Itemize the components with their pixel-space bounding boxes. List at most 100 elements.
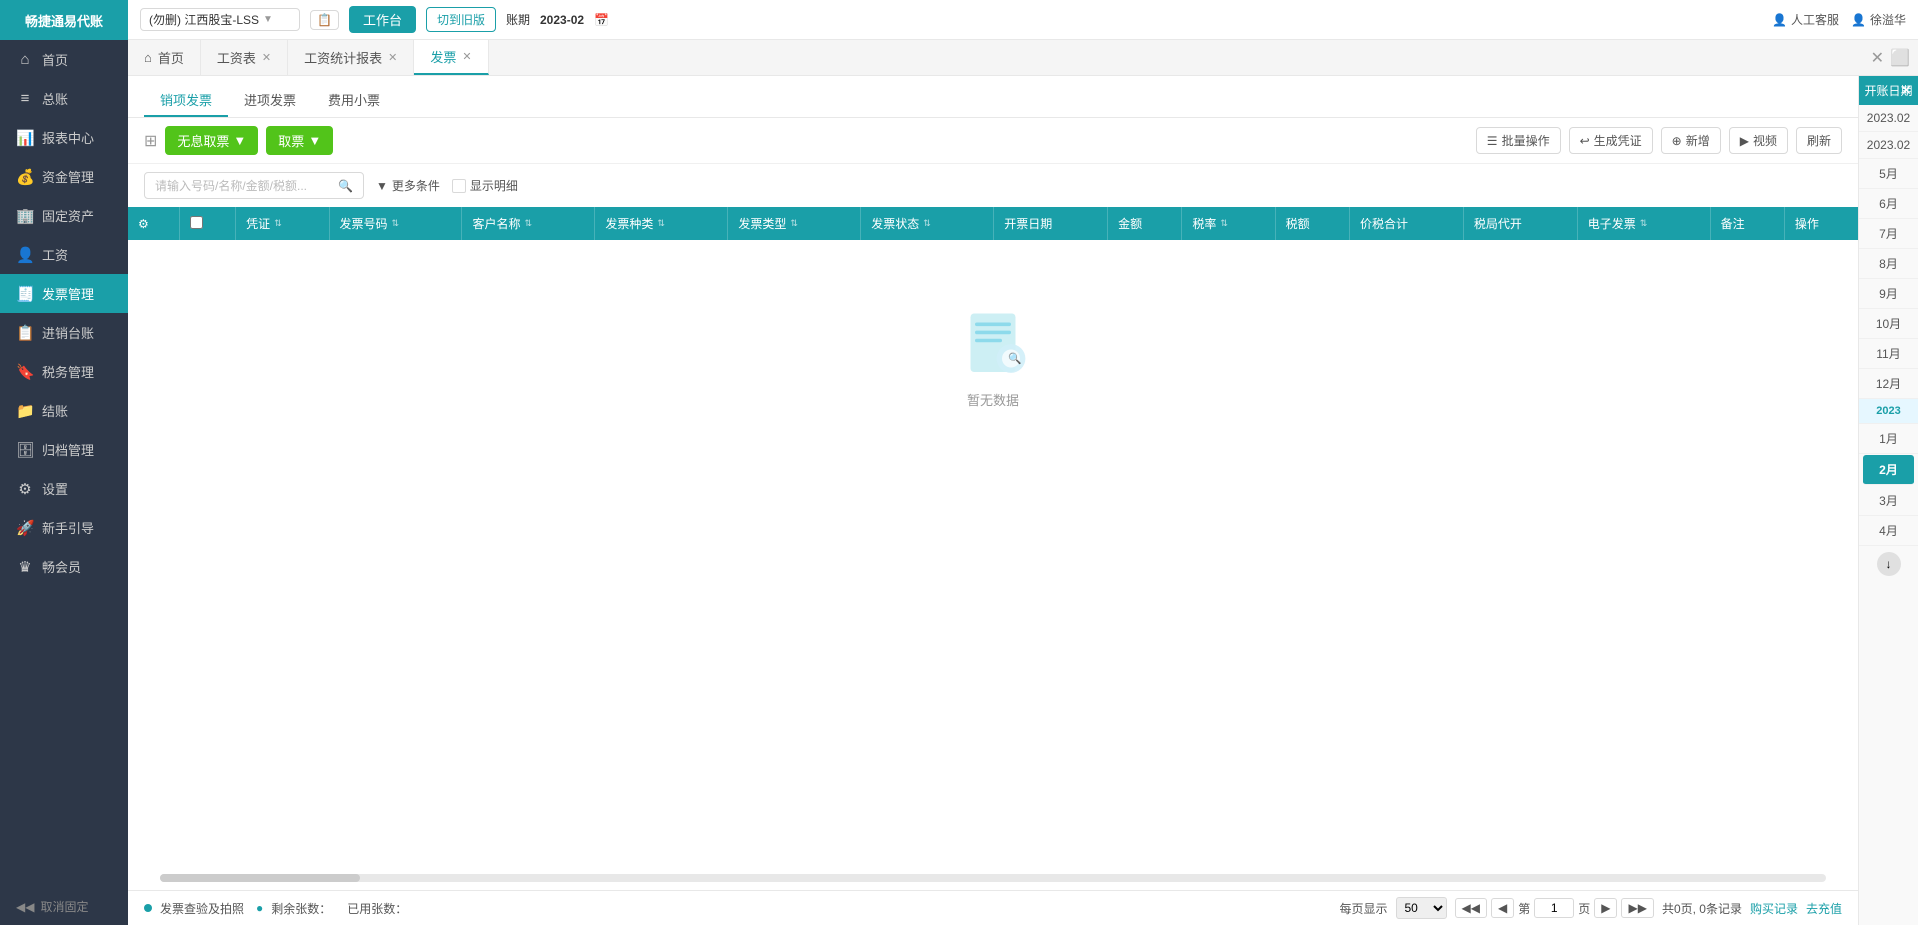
purchase-record-link[interactable]: 购买记录 [1750, 900, 1798, 917]
sidebar-item-tax[interactable]: 🔖 税务管理 [0, 352, 128, 391]
copy-button[interactable]: 📋 [310, 10, 339, 30]
video-button[interactable]: ▶ 视频 [1729, 127, 1788, 154]
sidebar-collapse[interactable]: ◀◀ 取消固定 [0, 888, 128, 925]
close-period-icon: 📁 [16, 402, 34, 420]
select-all-checkbox[interactable] [190, 216, 203, 229]
archive-icon: 🗄 [16, 441, 34, 459]
date-item-7[interactable]: 7月 [1859, 219, 1918, 249]
sidebar-item-home[interactable]: ⌂ 首页 [0, 40, 128, 79]
date-scroll-down[interactable]: ↓ [1877, 552, 1901, 576]
col-invoice-no[interactable]: 发票号码⇅ [329, 207, 462, 240]
last-page-btn[interactable]: ▶▶ [1621, 898, 1653, 918]
invoice-button[interactable]: 取票 ▼ [266, 126, 333, 155]
topbar: (勿删) 江西股宝-LSS ▼ 📋 工作台 切到旧版 账期 2023-02 📅 … [128, 0, 1918, 40]
member-icon: ♛ [16, 558, 34, 576]
col-voucher[interactable]: 凭证⇅ [236, 207, 329, 240]
grid-view-icon[interactable]: ⊞ [144, 131, 157, 151]
no-invoice-button[interactable]: 无息取票 ▼ [165, 126, 258, 155]
tab-salary[interactable]: 工资表 ✕ [201, 40, 288, 75]
empty-icon: 🔍 [948, 300, 1038, 390]
date-item-9[interactable]: 9月 [1859, 279, 1918, 309]
tab-salary-report[interactable]: 工资统计报表 ✕ [288, 40, 414, 75]
sidebar-item-assets[interactable]: 🏢 固定资产 [0, 196, 128, 235]
company-selector[interactable]: (勿删) 江西股宝-LSS ▼ [140, 8, 300, 31]
subtab-purchase-invoice[interactable]: 进项发票 [228, 84, 312, 117]
next-page-btn[interactable]: ▶ [1594, 898, 1617, 918]
sidebar-item-member[interactable]: ♛ 畅会员 [0, 547, 128, 586]
date-item-2023-1[interactable]: 1月 [1859, 424, 1918, 454]
first-page-btn[interactable]: ◀◀ [1455, 898, 1487, 918]
col-electronic[interactable]: 电子发票⇅ [1577, 207, 1710, 240]
generate-voucher-button[interactable]: ↩ 生成凭证 [1569, 127, 1653, 154]
date-item-2023-4[interactable]: 4月 [1859, 516, 1918, 546]
ledger-icon: ≡ [16, 90, 34, 107]
tab-salary-report-close[interactable]: ✕ [388, 51, 397, 64]
date-item-2023-3[interactable]: 3月 [1859, 486, 1918, 516]
invoice-table: ⚙ 凭证⇅ 发票号码⇅ 客户名称⇅ 发票种类⇅ 发票类型⇅ 发票状态⇅ 开票日期… [128, 207, 1858, 240]
col-customer[interactable]: 客户名称⇅ [462, 207, 595, 240]
col-settings[interactable]: ⚙ [128, 207, 180, 240]
search-icon[interactable]: 🔍 [338, 179, 353, 193]
per-page-select[interactable]: 50 20 100 [1396, 897, 1447, 919]
sidebar-item-ledger[interactable]: ≡ 总账 [0, 79, 128, 118]
tab-invoice-close[interactable]: ✕ [462, 50, 471, 63]
date-item-6[interactable]: 6月 [1859, 189, 1918, 219]
sidebar-item-reports[interactable]: 📊 报表中心 [0, 118, 128, 157]
batch-op-button[interactable]: ☰ 批量操作 [1476, 127, 1561, 154]
date-item-2023-2[interactable]: 2月 [1863, 455, 1914, 485]
toolbar: ⊞ 无息取票 ▼ 取票 ▼ ☰ 批量操作 ↩ 生成凭证 [128, 118, 1858, 164]
sidebar-item-archive[interactable]: 🗄 归档管理 [0, 430, 128, 469]
refresh-button[interactable]: 刷新 [1796, 127, 1842, 154]
sidebar-item-invoice[interactable]: 🧾 发票管理 [0, 274, 128, 313]
date-item-8[interactable]: 8月 [1859, 249, 1918, 279]
sidebar-item-sales[interactable]: 📋 进销台账 [0, 313, 128, 352]
col-invoice-status[interactable]: 发票状态⇅ [861, 207, 994, 240]
settings-icon: ⚙ [16, 480, 34, 498]
show-detail-toggle[interactable]: 显示明细 [452, 177, 518, 194]
show-detail-checkbox[interactable] [452, 179, 466, 193]
date-item-2023-02-first[interactable]: 2023.02 [1859, 105, 1918, 132]
col-invoice-type[interactable]: 发票种类⇅ [595, 207, 728, 240]
date-item-5[interactable]: 5月 [1859, 159, 1918, 189]
sidebar-item-salary[interactable]: 👤 工资 [0, 235, 128, 274]
tab-home[interactable]: ⌂ 首页 [128, 40, 201, 75]
col-tax-rate[interactable]: 税率⇅ [1182, 207, 1275, 240]
tab-close-all[interactable]: ✕ [1871, 48, 1884, 68]
date-panel-close-icon[interactable]: ✕ [1900, 82, 1912, 99]
switch-version-button[interactable]: 切到旧版 [426, 7, 496, 32]
subtab-sales-invoice[interactable]: 销项发票 [144, 84, 228, 117]
sidebar-item-guide[interactable]: 🚀 新手引导 [0, 508, 128, 547]
search-bar: 请输入号码/名称/金额/税额... 🔍 ▼ 更多条件 显示明细 [128, 164, 1858, 207]
date-year-2023: 2023 [1859, 399, 1918, 424]
col-checkbox[interactable] [180, 207, 236, 240]
subtab-expense-receipt[interactable]: 费用小票 [312, 84, 396, 117]
col-invoice-category[interactable]: 发票类型⇅ [728, 207, 861, 240]
check-badge [144, 904, 152, 912]
sidebar-item-settings[interactable]: ⚙ 设置 [0, 469, 128, 508]
date-item-2023-02-second[interactable]: 2023.02 [1859, 132, 1918, 159]
tab-maximize[interactable]: ⬜ [1890, 48, 1910, 68]
prev-page-btn[interactable]: ◀ [1491, 898, 1514, 918]
customer-service-button[interactable]: 👤 人工客服 [1772, 11, 1839, 28]
user-profile[interactable]: 👤 徐溢华 [1851, 11, 1906, 28]
col-remark: 备注 [1710, 207, 1784, 240]
pagination: ◀◀ ◀ 第 页 ▶ ▶▶ [1455, 898, 1654, 918]
tab-invoice[interactable]: 发票 ✕ [414, 40, 488, 75]
date-item-10[interactable]: 10月 [1859, 309, 1918, 339]
sidebar-item-funds[interactable]: 💰 资金管理 [0, 157, 128, 196]
new-button[interactable]: ⊕ 新增 [1661, 127, 1721, 154]
tab-salary-close[interactable]: ✕ [262, 51, 271, 64]
col-total: 价税合计 [1349, 207, 1463, 240]
workbench-button[interactable]: 工作台 [349, 6, 416, 33]
page-number-input[interactable] [1534, 898, 1574, 918]
sidebar: 畅捷通易代账 ⌂ 首页 ≡ 总账 📊 报表中心 💰 资金管理 🏢 固定资产 👤 … [0, 0, 128, 925]
footer-left: 发票查验及拍照 ● 剩余张数： 已用张数： [144, 900, 407, 917]
date-item-12[interactable]: 12月 [1859, 369, 1918, 399]
more-conditions-button[interactable]: ▼ 更多条件 [376, 177, 440, 194]
search-input-wrapper[interactable]: 请输入号码/名称/金额/税额... 🔍 [144, 172, 364, 199]
tab-bar: ⌂ 首页 工资表 ✕ 工资统计报表 ✕ 发票 ✕ ✕ ⬜ [128, 40, 1918, 76]
date-item-11[interactable]: 11月 [1859, 339, 1918, 369]
recharge-link[interactable]: 去充值 [1806, 900, 1842, 917]
sidebar-item-close[interactable]: 📁 结账 [0, 391, 128, 430]
horizontal-scrollbar[interactable] [128, 866, 1858, 890]
